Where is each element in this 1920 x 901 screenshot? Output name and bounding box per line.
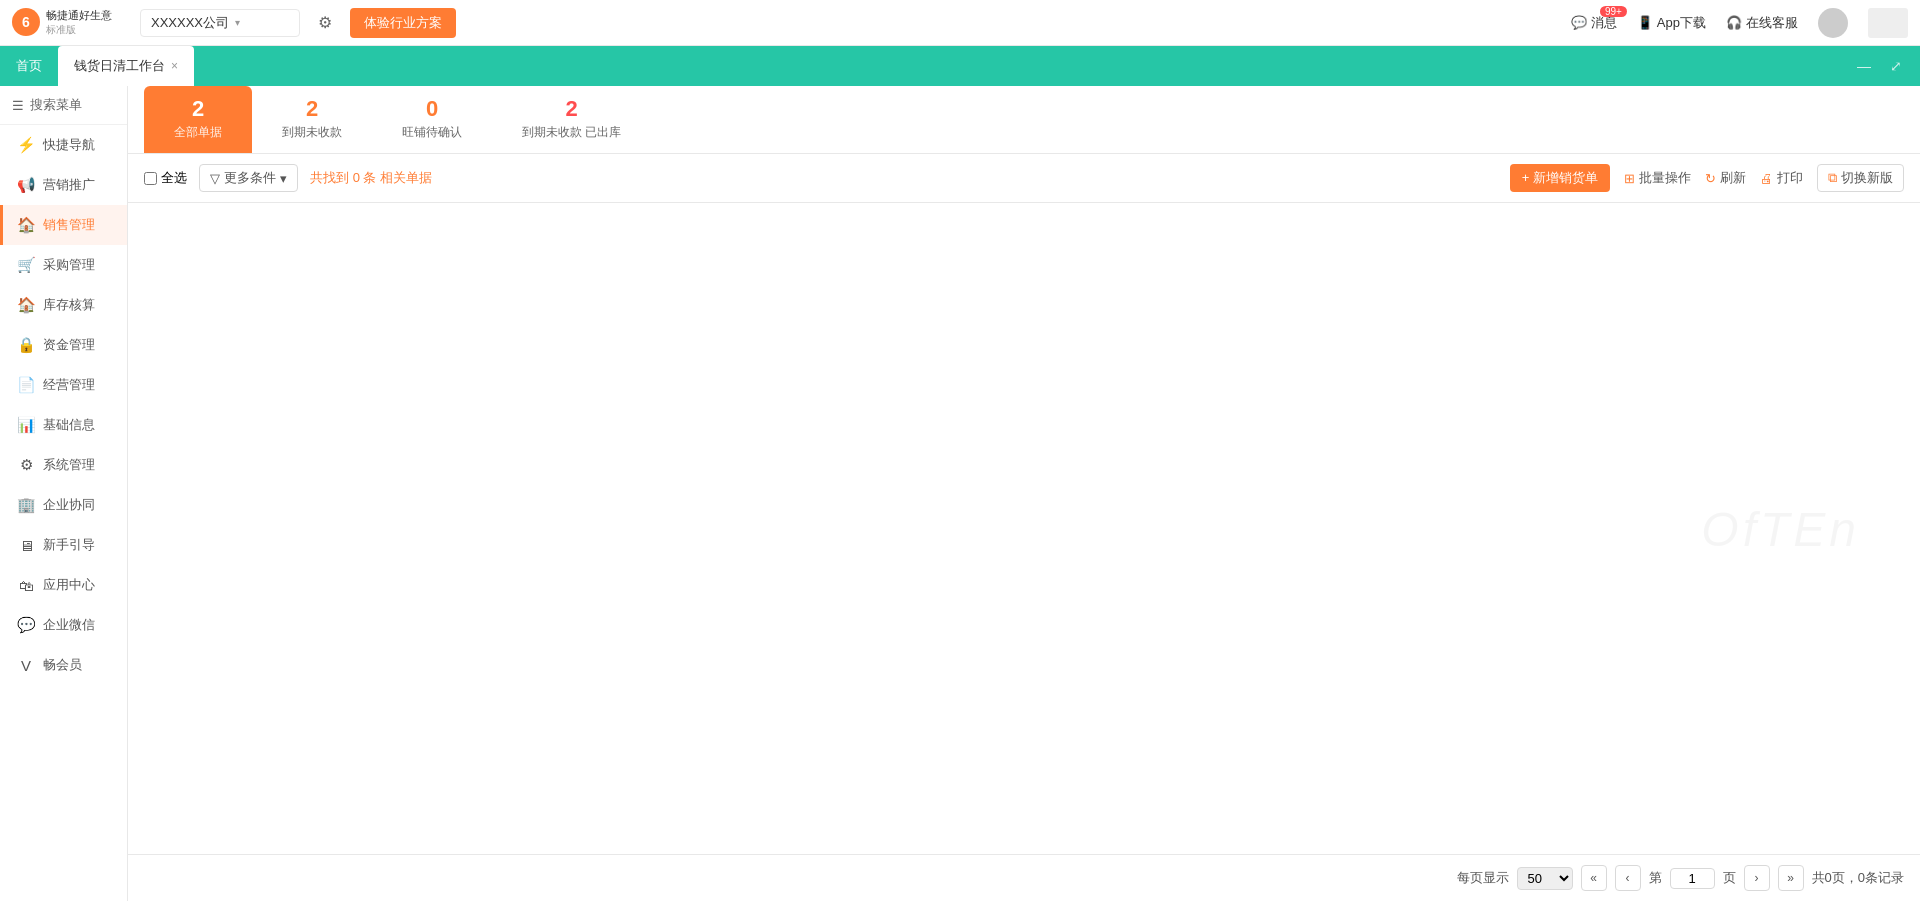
nav-icon: ⚡ <box>17 136 35 154</box>
filter-button[interactable]: ▽ 更多条件 ▾ <box>199 164 298 192</box>
message-icon: 💬 <box>1571 15 1587 30</box>
basic-info-icon: 📊 <box>17 416 35 434</box>
tab-home[interactable]: 首页 <box>0 46 58 86</box>
sidebar-item-wechat[interactable]: 💬 企业微信 <box>0 605 127 645</box>
system-icon: ⚙ <box>17 456 35 474</box>
logo-text: 畅捷通好生意 标准版 <box>46 8 112 36</box>
sidebar: ☰ 搜索菜单 ⚡ 快捷导航 📢 营销推广 🏠 销售管理 🛒 采购管理 🏠 库存核… <box>0 86 128 901</box>
prev-page-button[interactable]: ‹ <box>1615 865 1641 891</box>
download-icon: 📱 <box>1637 15 1653 30</box>
next-page-button[interactable]: › <box>1744 865 1770 891</box>
batch-operation-button[interactable]: ⊞ 批量操作 <box>1624 169 1691 187</box>
app-center-icon: 🛍 <box>17 577 35 594</box>
content-area: 2 全部单据 2 到期未收款 0 旺铺待确认 2 到期未收款 已出库 全选 <box>128 86 1920 901</box>
settings-icon[interactable]: ⚙ <box>310 8 340 38</box>
sidebar-item-operation[interactable]: 📄 经营管理 <box>0 365 127 405</box>
search-icon: ☰ <box>12 98 24 113</box>
minimize-button[interactable]: — <box>1852 54 1876 78</box>
message-badge: 99+ <box>1600 6 1627 17</box>
header-right: 💬 消息 99+ 📱 App下载 🎧 在线客服 <box>1571 8 1908 38</box>
sidebar-item-system[interactable]: ⚙ 系统管理 <box>0 445 127 485</box>
marketing-icon: 📢 <box>17 176 35 194</box>
message-button[interactable]: 💬 消息 99+ <box>1571 14 1617 32</box>
sidebar-item-member[interactable]: V 畅会员 <box>0 645 127 685</box>
member-icon: V <box>17 657 35 674</box>
page-input[interactable] <box>1670 868 1715 889</box>
operation-icon: 📄 <box>17 376 35 394</box>
tab-pending[interactable]: 0 旺铺待确认 <box>372 86 492 153</box>
inventory-icon: 🏠 <box>17 296 35 314</box>
nav-tabs-bar: 首页 钱货日清工作台 × — ⤢ <box>0 46 1920 86</box>
sidebar-item-enterprise[interactable]: 🏢 企业协同 <box>0 485 127 525</box>
top-header: 6 畅捷通好生意 标准版 XXXXXX公司 ▾ ⚙ 体验行业方案 💬 消息 99… <box>0 0 1920 46</box>
tab-overdue-out[interactable]: 2 到期未收款 已出库 <box>492 86 651 153</box>
chevron-down-icon: ▾ <box>235 17 240 28</box>
service-icon: 🎧 <box>1726 15 1742 30</box>
batch-icon: ⊞ <box>1624 171 1635 186</box>
sidebar-item-guide[interactable]: 🖥 新手引导 <box>0 525 127 565</box>
pagination-bar: 每页显示 50 10 20 100 « ‹ 第 页 › » 共0页，0条记录 <box>128 854 1920 901</box>
search-menu-button[interactable]: ☰ 搜索菜单 <box>0 86 127 125</box>
enterprise-icon: 🏢 <box>17 496 35 514</box>
toolbar-right: + 新增销货单 ⊞ 批量操作 ↻ 刷新 🖨 打印 ⧉ 切换新版 <box>1510 164 1904 192</box>
add-sales-order-button[interactable]: + 新增销货单 <box>1510 164 1610 192</box>
sales-icon: 🏠 <box>17 216 35 234</box>
select-all-checkbox[interactable]: 全选 <box>144 169 187 187</box>
nav-tabs-right: — ⤢ <box>1852 54 1920 78</box>
maximize-button[interactable]: ⤢ <box>1884 54 1908 78</box>
sidebar-item-finance[interactable]: 🔒 资金管理 <box>0 325 127 365</box>
tab-overdue[interactable]: 2 到期未收款 <box>252 86 372 153</box>
finance-icon: 🔒 <box>17 336 35 354</box>
first-page-button[interactable]: « <box>1581 865 1607 891</box>
user-name-area <box>1868 8 1908 38</box>
chevron-down-icon: ▾ <box>280 171 287 186</box>
sidebar-item-purchase[interactable]: 🛒 采购管理 <box>0 245 127 285</box>
last-page-button[interactable]: » <box>1778 865 1804 891</box>
wechat-icon: 💬 <box>17 616 35 634</box>
guide-icon: 🖥 <box>17 537 35 554</box>
refresh-button[interactable]: ↻ 刷新 <box>1705 169 1746 187</box>
table-area: OfTEn <box>128 203 1920 854</box>
print-button[interactable]: 🖨 打印 <box>1760 169 1803 187</box>
sidebar-item-app-center[interactable]: 🛍 应用中心 <box>0 565 127 605</box>
sidebar-item-sales[interactable]: 🏠 销售管理 <box>0 205 127 245</box>
purchase-icon: 🛒 <box>17 256 35 274</box>
select-all-input[interactable] <box>144 172 157 185</box>
avatar[interactable] <box>1818 8 1848 38</box>
tab-active[interactable]: 钱货日清工作台 × <box>58 46 194 86</box>
trial-button[interactable]: 体验行业方案 <box>350 8 456 38</box>
sidebar-item-marketing[interactable]: 📢 营销推广 <box>0 165 127 205</box>
toolbar: 全选 ▽ 更多条件 ▾ 共找到 0 条 相关单据 + 新增销货单 ⊞ 批量操作 <box>128 154 1920 203</box>
sidebar-item-quick-nav[interactable]: ⚡ 快捷导航 <box>0 125 127 165</box>
sidebar-item-basic-info[interactable]: 📊 基础信息 <box>0 405 127 445</box>
logo-icon: 6 <box>12 8 40 36</box>
filter-icon: ▽ <box>210 171 220 186</box>
page-size-select[interactable]: 50 10 20 100 <box>1517 867 1573 890</box>
tab-all[interactable]: 2 全部单据 <box>144 86 252 153</box>
refresh-icon: ↻ <box>1705 171 1716 186</box>
print-icon: 🖨 <box>1760 171 1773 186</box>
total-info: 共0页，0条记录 <box>1812 869 1904 887</box>
company-selector[interactable]: XXXXXX公司 ▾ <box>140 9 300 37</box>
logo-area: 6 畅捷通好生意 标准版 <box>12 8 140 36</box>
switch-new-version-button[interactable]: ⧉ 切换新版 <box>1817 164 1904 192</box>
count-info: 共找到 0 条 相关单据 <box>310 169 432 187</box>
summary-tabs: 2 全部单据 2 到期未收款 0 旺铺待确认 2 到期未收款 已出库 <box>128 86 1920 154</box>
main-layout: ☰ 搜索菜单 ⚡ 快捷导航 📢 营销推广 🏠 销售管理 🛒 采购管理 🏠 库存核… <box>0 86 1920 901</box>
switch-icon: ⧉ <box>1828 170 1837 186</box>
tab-close-icon[interactable]: × <box>171 59 178 73</box>
app-download-button[interactable]: 📱 App下载 <box>1637 14 1706 32</box>
watermark: OfTEn <box>1701 501 1860 556</box>
sidebar-item-inventory[interactable]: 🏠 库存核算 <box>0 285 127 325</box>
online-service-button[interactable]: 🎧 在线客服 <box>1726 14 1798 32</box>
